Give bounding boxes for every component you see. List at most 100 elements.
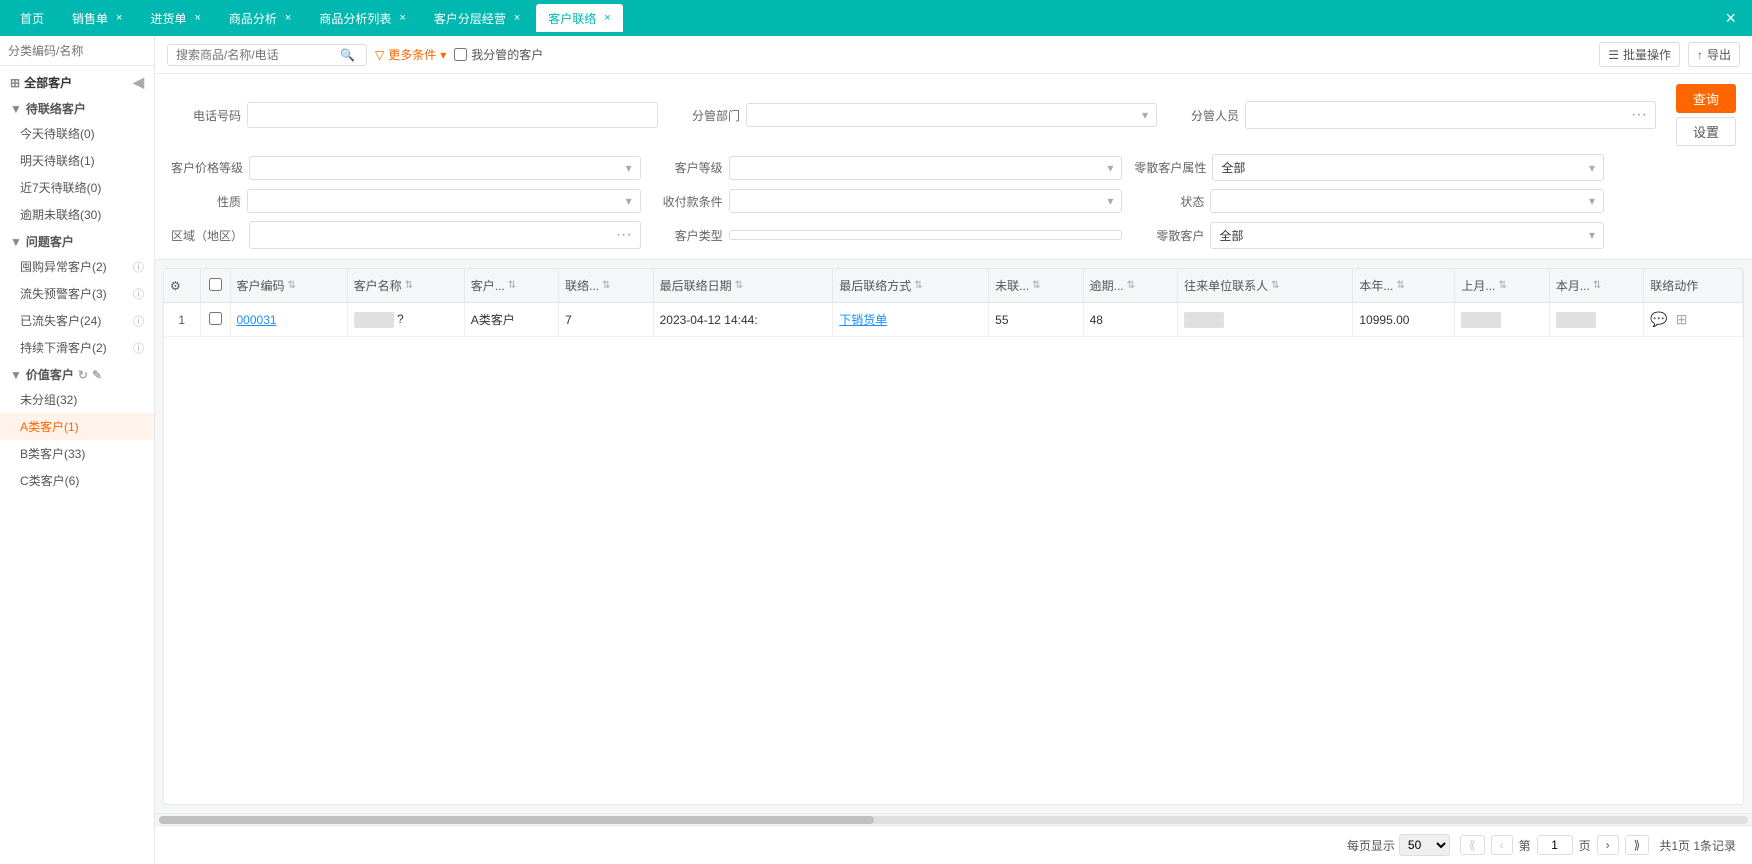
row-last-method[interactable]: 下销货单 [833, 303, 989, 337]
sort-type-icon[interactable]: ⇅ [508, 280, 516, 291]
window-close-button[interactable]: × [1717, 8, 1744, 29]
sort-code-icon[interactable]: ⇅ [288, 280, 296, 291]
query-button[interactable]: 查询 [1676, 84, 1736, 113]
qr-icon[interactable]: ⊞ [1676, 311, 1688, 328]
sort-name-icon[interactable]: ⇅ [405, 280, 413, 291]
sidebar-item-declining[interactable]: 持续下滑客户(2) ⓘ [0, 334, 154, 361]
field-nature-label: 性质 [171, 193, 241, 210]
field-nature-input[interactable]: ▾ [247, 189, 641, 213]
sort-date-icon[interactable]: ⇅ [735, 280, 743, 291]
batch-operation-btn[interactable]: ☰ 批量操作 [1599, 42, 1680, 67]
row-index: 1 [164, 303, 200, 337]
scrollbar-thumb[interactable] [159, 816, 874, 824]
settings-button[interactable]: 设置 [1676, 117, 1736, 146]
field-status-input[interactable]: ▾ [1210, 189, 1604, 213]
page-number-input[interactable] [1537, 835, 1573, 855]
sort-unit-icon[interactable]: ⇅ [1271, 280, 1279, 291]
row-this-year: 10995.00 [1353, 303, 1455, 337]
field-customer-type-input[interactable] [729, 230, 1123, 240]
nav-product-analysis-list[interactable]: 商品分析列表 × [307, 4, 417, 32]
sidebar-item-class-b[interactable]: B类客户(33) [0, 440, 154, 467]
nav-customer-tier[interactable]: 客户分层经营 × [422, 4, 532, 32]
field-retail-attr-input[interactable]: 全部 ▾ [1212, 154, 1604, 181]
my-customers-checkbox[interactable]: 我分管的客户 [454, 46, 543, 63]
filter-row-1: 电话号码 分管部门 ▾ 分管人员 ··· [171, 84, 1736, 146]
chevron-down-icon: ▾ [440, 48, 446, 62]
th-settings[interactable]: ⚙ [164, 269, 200, 303]
sort-lastmonth-icon[interactable]: ⇅ [1498, 280, 1506, 291]
field-manager-input[interactable]: ··· [1245, 101, 1656, 129]
settings-icon[interactable]: ⚙ [170, 279, 181, 293]
row-code[interactable]: 000031 [230, 303, 347, 337]
nav-product-analysis[interactable]: 商品分析 × [217, 4, 303, 32]
nature-dropdown-icon: ▾ [626, 194, 632, 208]
sidebar-item-abnormal[interactable]: 囤购异常客户(2) ⓘ [0, 253, 154, 280]
sort-overdue-icon[interactable]: ⇅ [1127, 280, 1135, 291]
select-all-checkbox[interactable] [209, 278, 222, 291]
chat-icon[interactable]: 💬 [1650, 311, 1667, 328]
field-region-input[interactable]: ··· [249, 221, 641, 249]
sidebar-item-today[interactable]: 今天待联络(0) [0, 120, 154, 147]
export-btn[interactable]: ↑ 导出 [1688, 42, 1740, 67]
table-footer: 每页显示 50 100 ⟪ ‹ 第 页 › ⟫ 共1页 1条记录 [155, 825, 1752, 864]
manager-more-icon[interactable]: ··· [1631, 106, 1647, 124]
nav-home[interactable]: 首页 [8, 4, 56, 32]
close-sales-tab[interactable]: × [116, 12, 122, 24]
field-customer-level-input[interactable]: ▾ [729, 156, 1123, 180]
prev-page-btn[interactable]: ‹ [1491, 835, 1513, 855]
my-customers-input[interactable] [454, 48, 467, 61]
dept-dropdown-icon: ▾ [1142, 108, 1148, 122]
th-actions: 联络动作 [1644, 269, 1743, 303]
sidebar-item-class-a[interactable]: A类客户(1) [0, 413, 154, 440]
next-page-btn[interactable]: › [1597, 835, 1619, 855]
retail-attr-dropdown-icon: ▾ [1589, 161, 1595, 175]
sidebar-item-7days[interactable]: 近7天待联络(0) [0, 174, 154, 201]
refresh-icon[interactable]: ↻ [78, 368, 88, 382]
last-page-btn[interactable]: ⟫ [1625, 835, 1650, 855]
sidebar-item-churning[interactable]: 流失预警客户(3) ⓘ [0, 280, 154, 307]
filter-more-btn[interactable]: ▽ 更多条件 ▾ [375, 46, 446, 63]
close-analysis-tab[interactable]: × [285, 12, 291, 24]
field-phone-input[interactable] [247, 102, 658, 128]
sidebar-search-input[interactable] [8, 44, 155, 58]
edit-group-icon[interactable]: ✎ [92, 368, 102, 382]
close-tier-tab[interactable]: × [514, 12, 520, 24]
field-payment-input[interactable]: ▾ [729, 189, 1123, 213]
info-icon-declining: ⓘ [133, 340, 144, 356]
info-icon-churning: ⓘ [133, 286, 144, 302]
nav-customer-contact[interactable]: 客户联络 × [536, 4, 622, 32]
sidebar-item-tomorrow[interactable]: 明天待联络(1) [0, 147, 154, 174]
field-dept-input[interactable]: ▾ [746, 103, 1157, 127]
sidebar-item-overdue[interactable]: 逾期未联络(30) [0, 201, 154, 228]
horizontal-scrollbar[interactable] [155, 813, 1752, 825]
close-contact-tab[interactable]: × [604, 12, 610, 24]
sidebar-collapse-btn[interactable]: ◀ [133, 74, 144, 91]
sidebar-item-class-c[interactable]: C类客户(6) [0, 467, 154, 494]
nav-purchase[interactable]: 进货单 × [138, 4, 212, 32]
sort-thismonth-icon[interactable]: ⇅ [1593, 280, 1601, 291]
sort-contact-icon[interactable]: ⇅ [602, 280, 610, 291]
filter-actions: 查询 设置 [1676, 84, 1736, 146]
toolbar-search-icon[interactable]: 🔍 [340, 48, 355, 62]
sidebar-item-churned[interactable]: 已流失客户(24) ⓘ [0, 307, 154, 334]
filter-panel: 电话号码 分管部门 ▾ 分管人员 ··· [155, 74, 1752, 260]
last-month-masked [1461, 312, 1501, 328]
nav-sales[interactable]: 销售单 × [60, 4, 134, 32]
field-phone-label: 电话号码 [171, 107, 241, 124]
row-checkbox[interactable] [209, 312, 222, 325]
sidebar-group-problem[interactable]: ▼ 问题客户 [0, 228, 154, 253]
field-retail-customer-input[interactable]: 全部 ▾ [1210, 222, 1604, 249]
sidebar-item-unclassified[interactable]: 未分组(32) [0, 386, 154, 413]
close-analysis-list-tab[interactable]: × [399, 12, 405, 24]
sort-method-icon[interactable]: ⇅ [914, 280, 922, 291]
sort-year-icon[interactable]: ⇅ [1396, 280, 1404, 291]
sort-uncontacted-icon[interactable]: ⇅ [1032, 280, 1040, 291]
page-size-select[interactable]: 50 100 [1399, 834, 1450, 856]
close-purchase-tab[interactable]: × [194, 12, 200, 24]
sidebar-group-pending[interactable]: ▼ 待联络客户 [0, 95, 154, 120]
toolbar-search-input[interactable] [176, 48, 336, 62]
field-price-level-input[interactable]: ▾ [249, 156, 641, 180]
region-more-icon[interactable]: ··· [616, 226, 632, 244]
first-page-btn[interactable]: ⟪ [1460, 835, 1485, 855]
sidebar-group-value[interactable]: ▼ 价值客户 ↻ ✎ [0, 361, 154, 386]
